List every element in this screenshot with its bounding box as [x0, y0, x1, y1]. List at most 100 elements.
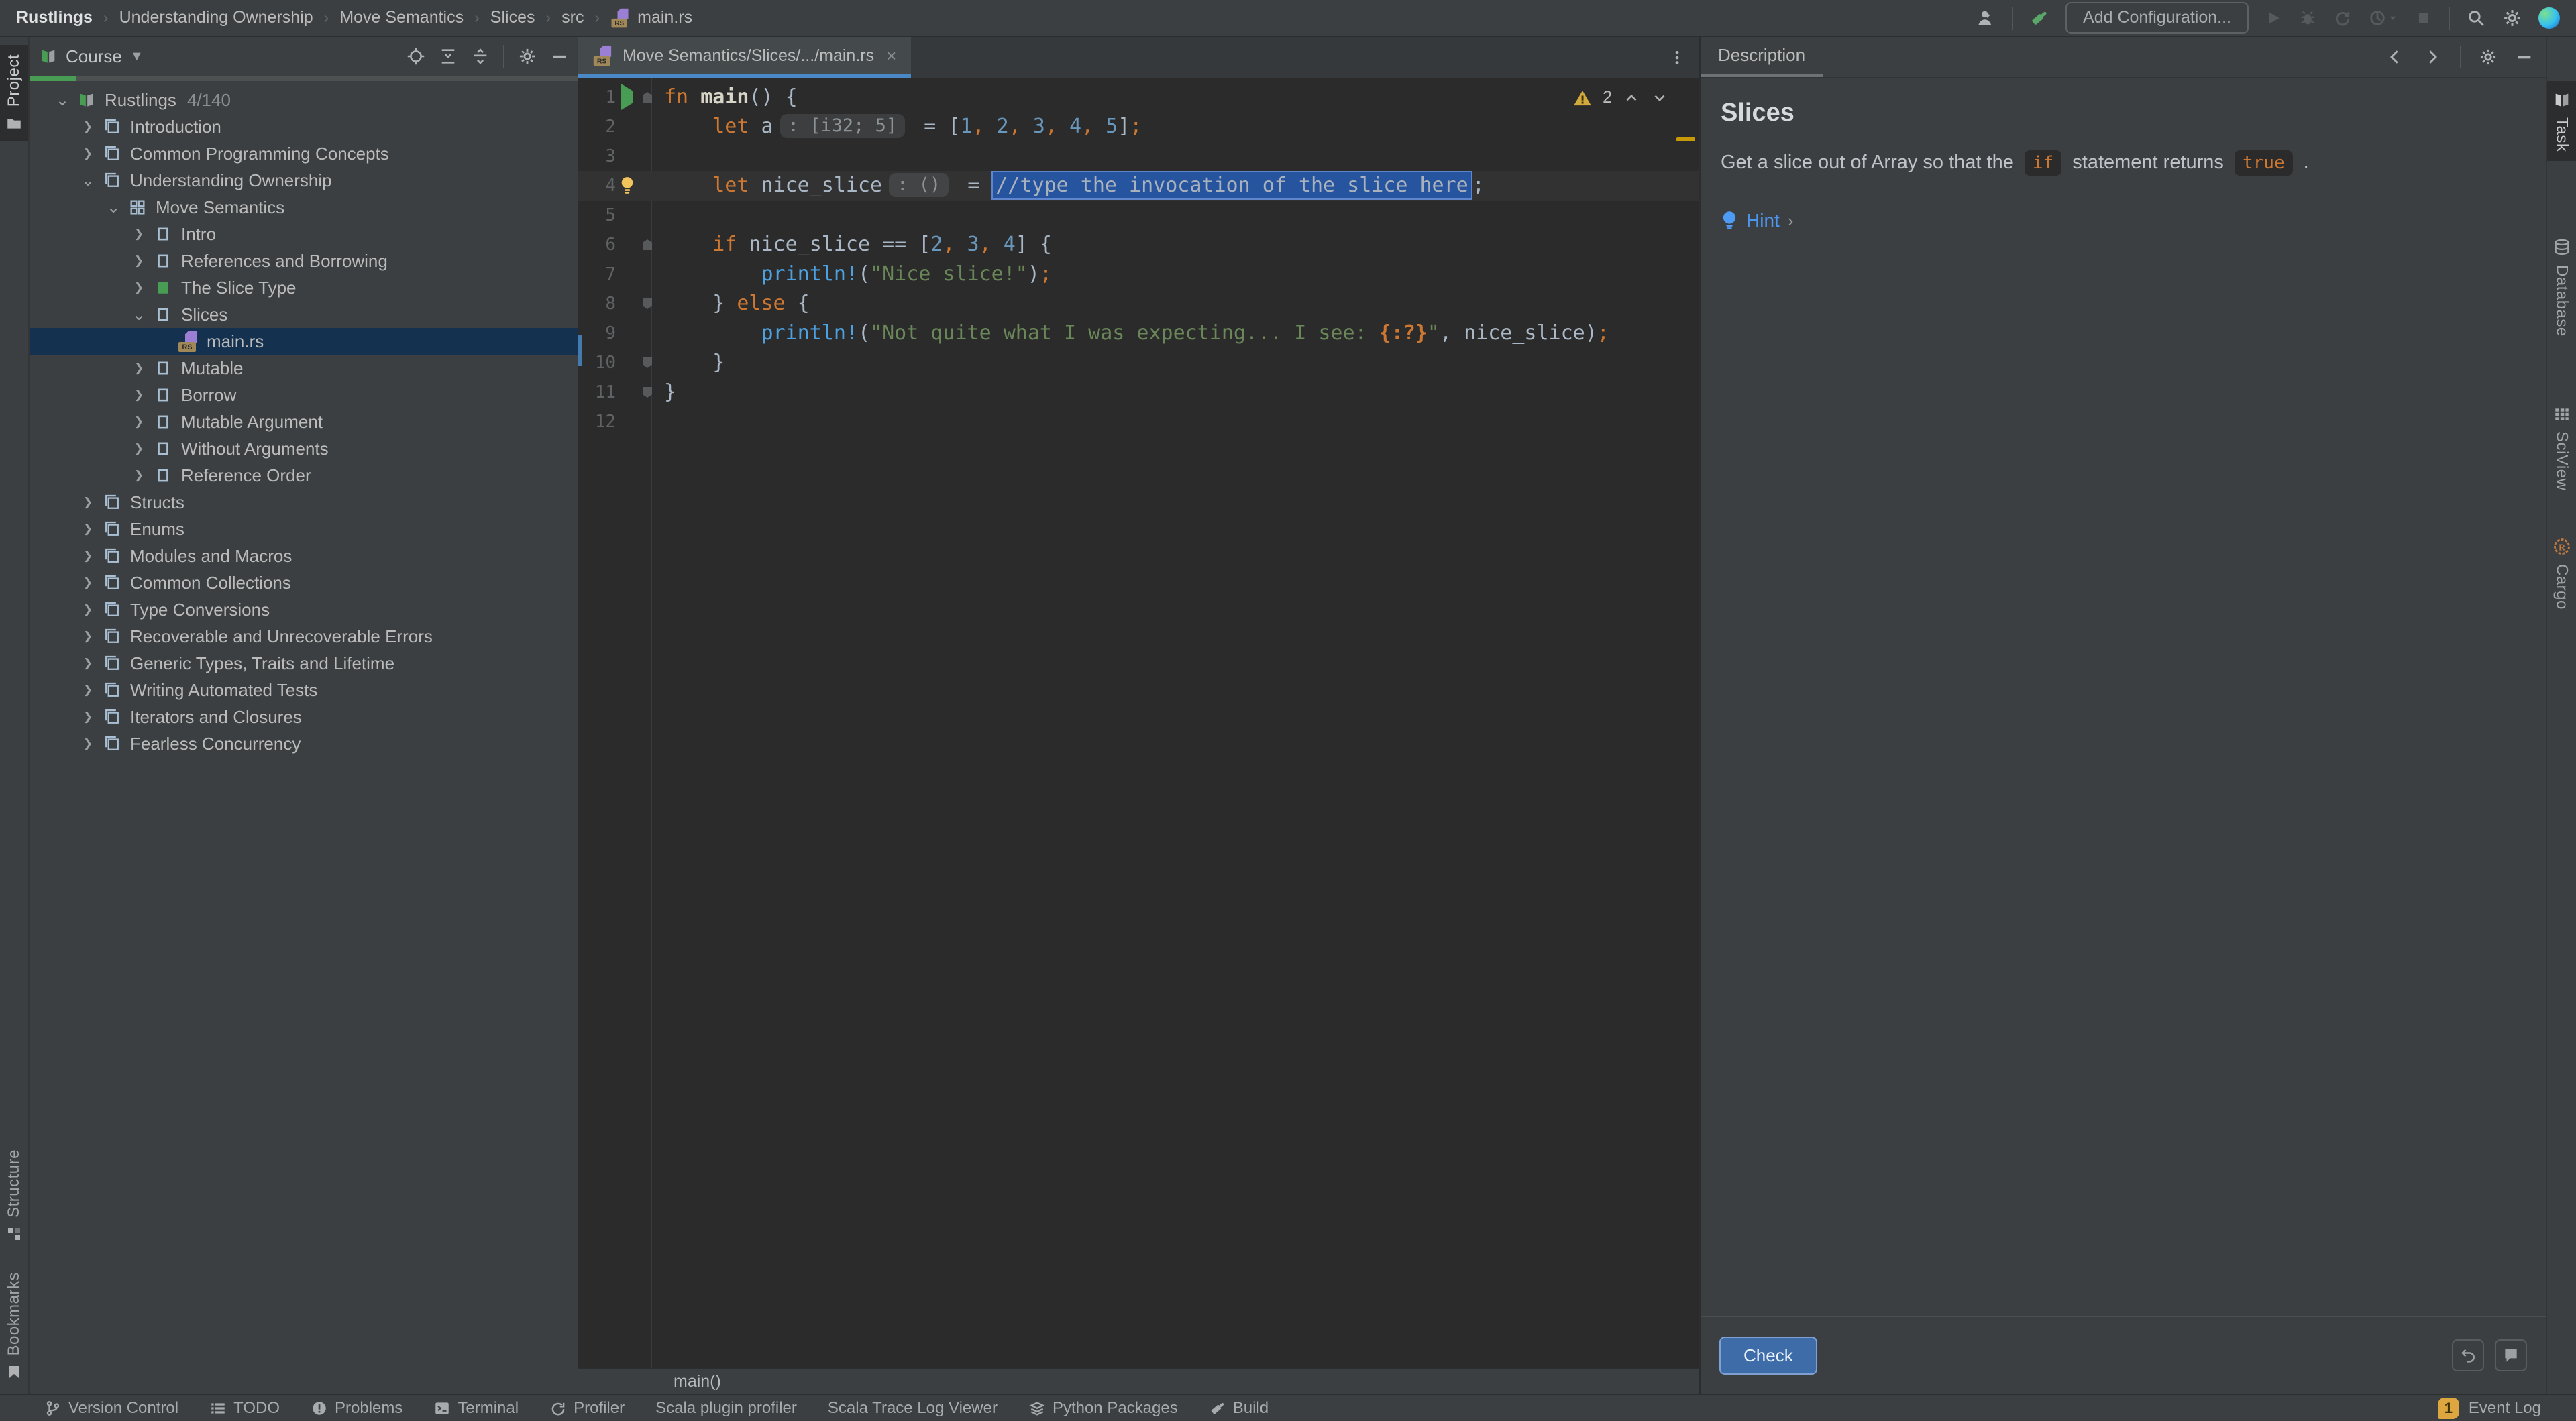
course-view-selector[interactable]: Course [66, 46, 122, 67]
tool-stripe-cargo[interactable]: R Cargo [2547, 528, 2576, 619]
fold-marker-icon[interactable] [643, 298, 652, 309]
chevron-down-icon[interactable]: ⌄ [50, 91, 75, 110]
tree-row[interactable]: ❯ Reference Order [30, 462, 578, 489]
gear-icon[interactable] [2479, 48, 2498, 66]
code-line[interactable]: 3 [578, 141, 1699, 171]
answer-placeholder[interactable]: //type the invocation of the slice here [991, 171, 1472, 200]
chevron-right-icon[interactable]: ❯ [126, 227, 152, 241]
chevron-right-icon[interactable]: ❯ [126, 281, 152, 294]
locate-icon[interactable] [407, 47, 425, 66]
hide-panel-icon[interactable] [2515, 48, 2534, 66]
code-text[interactable]: } [656, 348, 724, 378]
status-bar-item[interactable]: Build [1209, 1399, 1269, 1418]
fold-marker-icon[interactable] [643, 357, 652, 368]
fold-marker-icon[interactable] [643, 239, 652, 250]
breadcrumb-item[interactable]: Slices [490, 8, 535, 27]
chevron-right-icon[interactable]: ❯ [75, 603, 101, 616]
tree-row[interactable]: ⌄ Move Semantics [30, 194, 578, 221]
gear-icon[interactable] [518, 47, 537, 66]
chevron-right-icon[interactable]: ❯ [75, 630, 101, 643]
code-text[interactable]: let a: [i32; 5] = [1, 2, 3, 4, 5]; [656, 112, 1142, 141]
close-icon[interactable]: × [886, 46, 896, 66]
code-text[interactable]: println!("Not quite what I was expecting… [656, 319, 1609, 348]
chevron-right-icon[interactable]: ❯ [75, 737, 101, 750]
code-line[interactable]: 5 [578, 201, 1699, 230]
chevron-down-icon[interactable]: ⌄ [126, 305, 152, 325]
tree-row[interactable]: ❯ Mutable [30, 355, 578, 382]
tree-row[interactable]: ❯ Borrow [30, 382, 578, 408]
user-account-icon[interactable] [1976, 8, 1996, 28]
add-configuration-button[interactable]: Add Configuration... [2065, 2, 2249, 34]
status-bar-item[interactable]: Profiler [549, 1399, 625, 1418]
hint-toggle[interactable]: Hint › [1721, 210, 2526, 231]
chevron-down-icon[interactable]: ⌄ [101, 198, 126, 217]
breadcrumb-item[interactable]: RS main.rs [610, 7, 692, 29]
tree-row[interactable]: ❯ The Slice Type [30, 274, 578, 301]
chevron-right-icon[interactable]: ❯ [75, 683, 101, 697]
settings-gear-icon[interactable] [2502, 8, 2522, 28]
code-line[interactable]: 2 let a: [i32; 5] = [1, 2, 3, 4, 5]; [578, 112, 1699, 141]
expand-all-icon[interactable] [439, 47, 458, 66]
tab-description[interactable]: Description [1701, 37, 1823, 77]
gradient-sphere-icon[interactable] [2538, 7, 2560, 29]
tree-row[interactable]: ❯ References and Borrowing [30, 247, 578, 274]
reset-task-button[interactable] [2452, 1339, 2484, 1371]
tree-row[interactable]: ❯ Structs [30, 489, 578, 516]
code-text[interactable]: let nice_slice: () = //type the invocati… [656, 171, 1485, 201]
run-line-icon[interactable] [621, 84, 633, 110]
breadcrumb-item[interactable]: Rustlings [16, 8, 93, 27]
fold-marker-icon[interactable] [643, 387, 652, 398]
chevron-right-icon[interactable]: ❯ [126, 254, 152, 268]
tool-stripe-task[interactable]: Task [2547, 81, 2576, 162]
status-bar-item[interactable]: Version Control [44, 1399, 178, 1418]
search-icon[interactable] [2466, 8, 2486, 28]
tool-stripe-structure[interactable]: Structure [0, 1140, 28, 1251]
code-line[interactable]: 8 } else { [578, 289, 1699, 319]
tool-stripe-sciview[interactable]: SciView [2547, 396, 2576, 500]
chevron-right-icon[interactable]: ❯ [75, 496, 101, 509]
event-log-button[interactable]: 1 Event Log [2437, 1397, 2541, 1419]
chevron-right-icon[interactable]: ❯ [126, 469, 152, 482]
tree-row[interactable]: ❯ Writing Automated Tests [30, 677, 578, 703]
tree-row[interactable]: ❯ Without Arguments [30, 435, 578, 462]
chevron-right-icon[interactable]: ❯ [75, 522, 101, 536]
status-bar-item[interactable]: Terminal [433, 1399, 519, 1418]
scope-breadcrumb[interactable]: main() [674, 1372, 721, 1391]
code-line[interactable]: 4 let nice_slice: () = //type the invoca… [578, 171, 1699, 201]
breadcrumb-item[interactable]: src [561, 8, 584, 27]
code-line[interactable]: 6 if nice_slice == [2, 3, 4] { [578, 230, 1699, 260]
tree-row[interactable]: ⌄ Understanding Ownership [30, 167, 578, 194]
tree-row[interactable]: ❯ Modules and Macros [30, 543, 578, 569]
breadcrumb-item[interactable]: Understanding Ownership [119, 8, 313, 27]
chevron-right-icon[interactable]: ❯ [75, 549, 101, 563]
chevron-right-icon[interactable]: ❯ [126, 415, 152, 429]
status-bar-item[interactable]: Scala plugin profiler [655, 1399, 797, 1418]
tree-row[interactable]: ❯ Enums [30, 516, 578, 543]
status-bar-item[interactable]: Scala Trace Log Viewer [828, 1399, 998, 1418]
editor-tab-main-rs[interactable]: RS Move Semantics/Slices/.../main.rs × [578, 37, 912, 78]
code-line[interactable]: 7 println!("Nice slice!"); [578, 260, 1699, 289]
tree-row[interactable]: ❯ Intro [30, 221, 578, 247]
tree-row[interactable]: ⌄ Slices [30, 301, 578, 328]
tree-row[interactable]: ❯ Iterators and Closures [30, 703, 578, 730]
chevron-right-icon[interactable]: ❯ [75, 657, 101, 670]
status-bar-item[interactable]: Problems [311, 1399, 402, 1418]
code-text[interactable]: if nice_slice == [2, 3, 4] { [656, 230, 1052, 260]
code-line[interactable]: 10 } [578, 348, 1699, 378]
tree-row[interactable]: ❯ Generic Types, Traits and Lifetime [30, 650, 578, 677]
code-line[interactable]: 1 fn main() { [578, 82, 1699, 112]
hide-panel-icon[interactable] [550, 47, 569, 66]
build-hammer-icon[interactable] [2029, 8, 2049, 28]
tree-row[interactable]: ❯ Recoverable and Unrecoverable Errors [30, 623, 578, 650]
code-line[interactable]: 9 println!("Not quite what I was expecti… [578, 319, 1699, 348]
status-bar-item[interactable]: TODO [209, 1399, 280, 1418]
forward-arrow-icon[interactable] [2422, 47, 2443, 67]
code-line[interactable]: 11} [578, 378, 1699, 407]
check-button[interactable]: Check [1719, 1336, 1817, 1375]
tab-list-more-icon[interactable] [1668, 49, 1699, 66]
tree-row[interactable]: ⌄ Rustlings 4/140 [30, 87, 578, 113]
back-arrow-icon[interactable] [2385, 47, 2405, 67]
code-text[interactable]: } [656, 378, 676, 407]
tree-row[interactable]: ❯ Introduction [30, 113, 578, 140]
tree-row[interactable]: ❯ Common Collections [30, 569, 578, 596]
